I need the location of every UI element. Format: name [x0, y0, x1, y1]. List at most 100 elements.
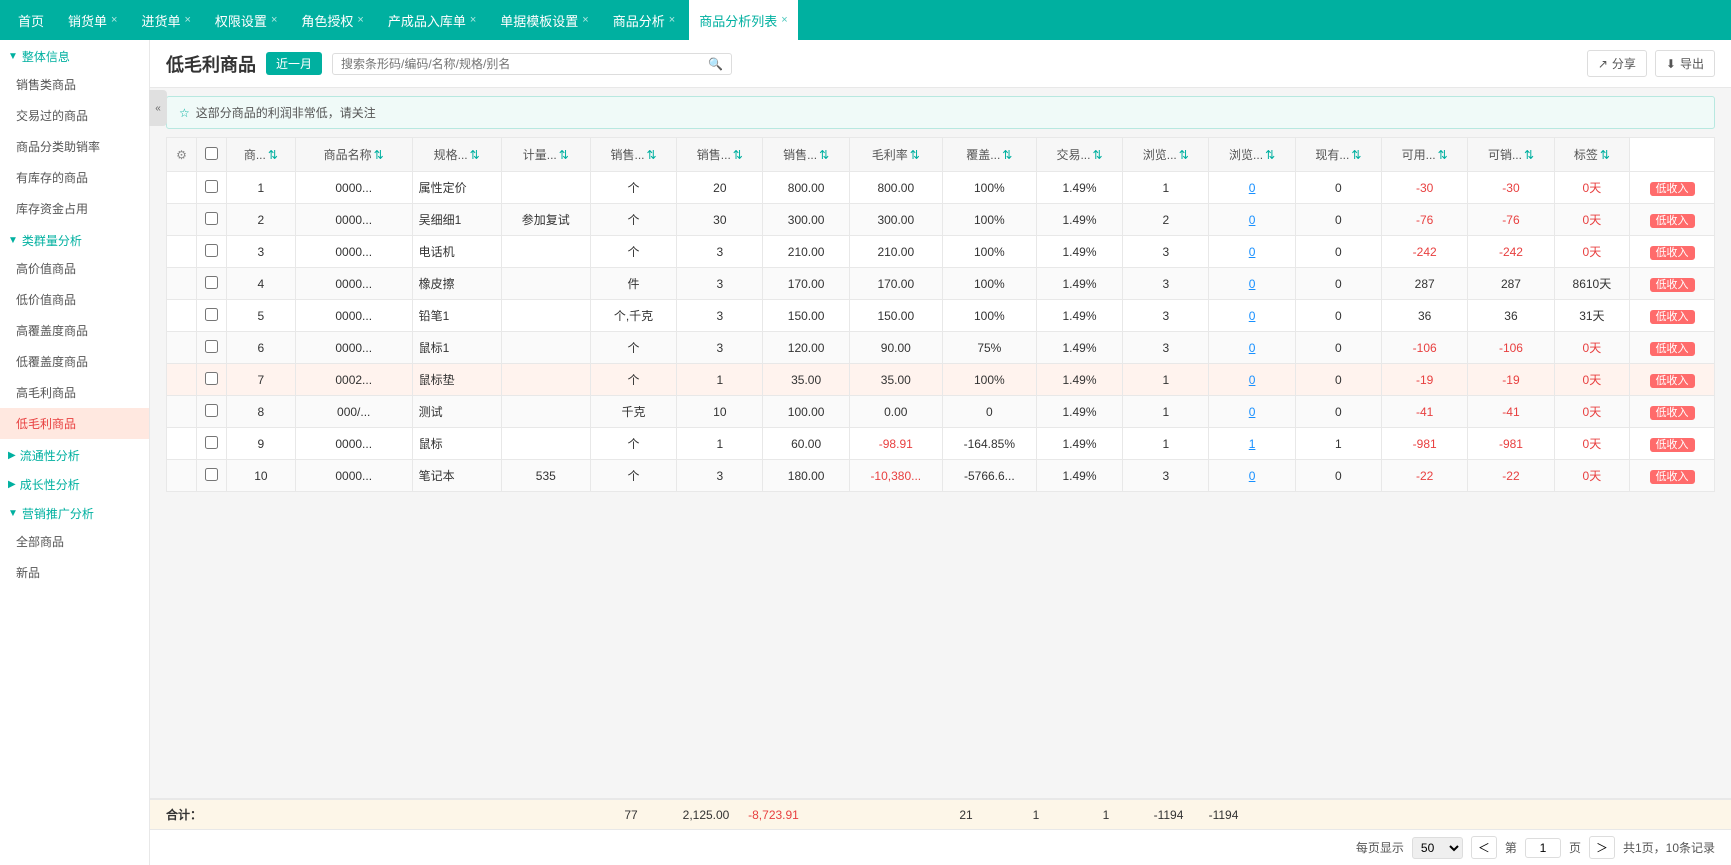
sidebar-item-capital-usage[interactable]: 库存资金占用	[0, 193, 149, 224]
row-checkbox[interactable]	[197, 300, 227, 332]
col-sales-profit[interactable]: 销售...⇅	[763, 138, 849, 172]
row-select-checkbox[interactable]	[205, 372, 218, 385]
row-select-checkbox[interactable]	[205, 340, 218, 353]
col-sales-qty[interactable]: 销售...⇅	[590, 138, 676, 172]
sidebar-group-marketing[interactable]: ▼ 营销推广分析	[0, 497, 149, 526]
col-checkbox[interactable]	[197, 138, 227, 172]
next-page-button[interactable]: ＞	[1589, 836, 1615, 859]
sidebar-item-low-margin[interactable]: 低毛利商品	[0, 408, 149, 439]
col-coverage[interactable]: 覆盖...⇅	[942, 138, 1036, 172]
row-select-checkbox[interactable]	[205, 180, 218, 193]
page-size-select[interactable]: 50 100 200	[1412, 837, 1463, 859]
col-gross-margin[interactable]: 毛利率⇅	[849, 138, 942, 172]
col-tag[interactable]: 标签⇅	[1554, 138, 1630, 172]
sidebar-item-high-coverage[interactable]: 高覆盖度商品	[0, 315, 149, 346]
sidebar-item-low-value[interactable]: 低价值商品	[0, 284, 149, 315]
row-views1[interactable]: 0	[1209, 268, 1295, 300]
col-views1[interactable]: 浏览...⇅	[1123, 138, 1209, 172]
sidebar-item-sales-products[interactable]: 销售类商品	[0, 69, 149, 100]
row-select-checkbox[interactable]	[205, 308, 218, 321]
sidebar-group-circulation[interactable]: ▶ 流通性分析	[0, 439, 149, 468]
date-filter-button[interactable]: 近一月	[266, 52, 322, 75]
row-sales-qty: 3	[677, 268, 763, 300]
sidebar-item-traded-products[interactable]: 交易过的商品	[0, 100, 149, 131]
table-wrapper: ⚙ 商...⇅ 商品名称⇅ 规格...⇅ 计量...⇅ 销售...⇅ 销售...…	[166, 137, 1715, 798]
sidebar-item-new-products[interactable]: 新品	[0, 557, 149, 588]
sidebar-item-low-coverage[interactable]: 低覆盖度商品	[0, 346, 149, 377]
col-unit[interactable]: 计量...⇅	[501, 138, 590, 172]
row-views1[interactable]: 0	[1209, 236, 1295, 268]
row-select-checkbox[interactable]	[205, 212, 218, 225]
row-spec	[501, 172, 590, 204]
col-transactions[interactable]: 交易...⇅	[1036, 138, 1122, 172]
row-checkbox[interactable]	[197, 236, 227, 268]
sidebar-collapse-button[interactable]: «	[149, 90, 167, 126]
row-checkbox[interactable]	[197, 172, 227, 204]
sidebar-item-category-rate[interactable]: 商品分类助销率	[0, 131, 149, 162]
row-views1[interactable]: 0	[1209, 364, 1295, 396]
close-icon[interactable]: ×	[781, 14, 787, 26]
close-icon[interactable]: ×	[184, 14, 190, 26]
close-icon[interactable]: ×	[582, 14, 588, 26]
page-number-input[interactable]	[1525, 838, 1561, 858]
search-icon[interactable]: 🔍	[708, 57, 723, 71]
col-sales-price[interactable]: 销售...⇅	[677, 138, 763, 172]
col-current-stock[interactable]: 现有...⇅	[1295, 138, 1381, 172]
row-views1[interactable]: 0	[1209, 332, 1295, 364]
row-checkbox[interactable]	[197, 332, 227, 364]
sidebar-item-stock-products[interactable]: 有库存的商品	[0, 162, 149, 193]
main-content: 低毛利商品 近一月 🔍 ↗ 分享 ⬇ 导出 ☆ 这部分商品的利润非常低，请关注	[150, 40, 1731, 865]
nav-role-auth[interactable]: 角色授权 ×	[291, 0, 373, 40]
nav-product-analysis[interactable]: 商品分析 ×	[603, 0, 685, 40]
select-all-checkbox[interactable]	[205, 147, 218, 160]
row-views1[interactable]: 1	[1209, 428, 1295, 460]
row-checkbox[interactable]	[197, 460, 227, 492]
nav-sales-order[interactable]: 销货单 ×	[58, 0, 127, 40]
row-select-checkbox[interactable]	[205, 404, 218, 417]
nav-home[interactable]: 首页	[8, 0, 54, 40]
row-views2: 0	[1295, 268, 1381, 300]
row-views1[interactable]: 0	[1209, 460, 1295, 492]
row-select-checkbox[interactable]	[205, 436, 218, 449]
col-code[interactable]: 商...⇅	[227, 138, 296, 172]
close-icon[interactable]: ×	[470, 14, 476, 26]
row-views1[interactable]: 0	[1209, 204, 1295, 236]
sidebar-group-growth[interactable]: ▶ 成长性分析	[0, 468, 149, 497]
nav-product-analysis-list[interactable]: 商品分析列表 ×	[689, 0, 797, 40]
share-button[interactable]: ↗ 分享	[1587, 50, 1647, 77]
row-select-checkbox[interactable]	[205, 244, 218, 257]
export-button[interactable]: ⬇ 导出	[1655, 50, 1715, 77]
sidebar-group-overall[interactable]: ▼ 整体信息	[0, 40, 149, 69]
sidebar-item-all-products[interactable]: 全部商品	[0, 526, 149, 557]
nav-purchase-order[interactable]: 进货单 ×	[131, 0, 200, 40]
col-saleable[interactable]: 可销...⇅	[1468, 138, 1554, 172]
row-views1[interactable]: 0	[1209, 396, 1295, 428]
row-select-checkbox[interactable]	[205, 468, 218, 481]
nav-product-inbound[interactable]: 产成品入库单 ×	[378, 0, 486, 40]
search-input[interactable]	[341, 57, 704, 71]
sidebar-item-high-margin[interactable]: 高毛利商品	[0, 377, 149, 408]
sidebar-group-cluster[interactable]: ▼ 类群量分析	[0, 224, 149, 253]
nav-template-settings[interactable]: 单据模板设置 ×	[490, 0, 598, 40]
row-checkbox[interactable]	[197, 364, 227, 396]
sidebar-item-high-value[interactable]: 高价值商品	[0, 253, 149, 284]
close-icon[interactable]: ×	[357, 14, 363, 26]
col-name[interactable]: 商品名称⇅	[295, 138, 412, 172]
col-views2[interactable]: 浏览...⇅	[1209, 138, 1295, 172]
close-icon[interactable]: ×	[669, 14, 675, 26]
row-checkbox[interactable]	[197, 268, 227, 300]
close-icon[interactable]: ×	[271, 14, 277, 26]
col-settings[interactable]: ⚙	[167, 138, 197, 172]
col-available[interactable]: 可用...⇅	[1382, 138, 1468, 172]
row-views1[interactable]: 0	[1209, 172, 1295, 204]
close-icon[interactable]: ×	[111, 14, 117, 26]
prev-page-button[interactable]: ＜	[1471, 836, 1497, 859]
col-spec[interactable]: 规格...⇅	[412, 138, 501, 172]
row-select-checkbox[interactable]	[205, 276, 218, 289]
nav-permission[interactable]: 权限设置 ×	[205, 0, 287, 40]
row-checkbox[interactable]	[197, 396, 227, 428]
row-views1[interactable]: 0	[1209, 300, 1295, 332]
row-no: 5	[227, 300, 296, 332]
row-checkbox[interactable]	[197, 428, 227, 460]
row-checkbox[interactable]	[197, 204, 227, 236]
